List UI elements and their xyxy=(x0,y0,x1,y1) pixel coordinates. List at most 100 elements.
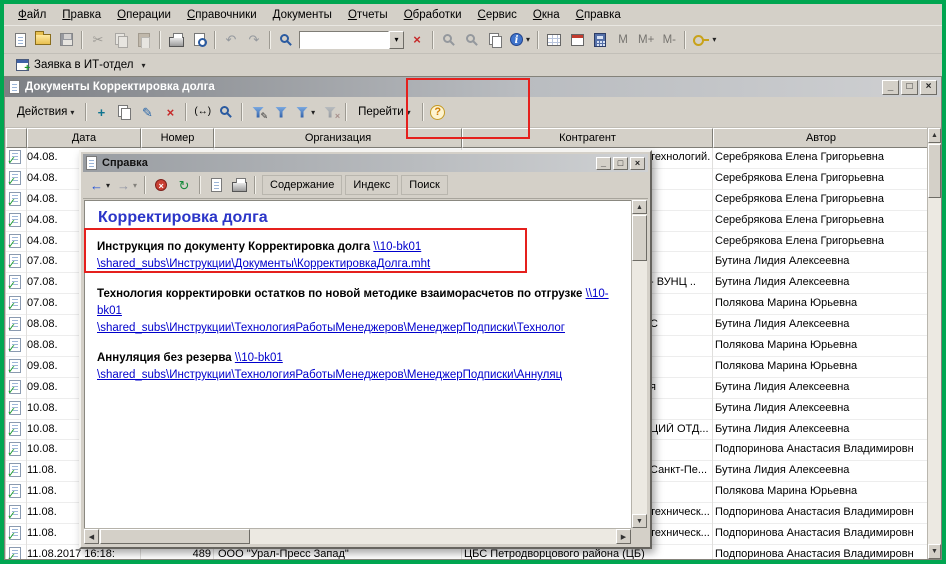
menu-item[interactable]: Отчеты xyxy=(340,6,396,24)
help-horizontal-scrollbar[interactable]: ◀ ▶ xyxy=(84,528,631,544)
print-preview-button[interactable] xyxy=(188,29,210,51)
menu-item[interactable]: Файл xyxy=(10,6,54,24)
maximize-button[interactable]: □ xyxy=(613,156,628,170)
search-in-list-icon xyxy=(220,106,230,115)
menu-item[interactable]: Справочники xyxy=(179,6,265,24)
row-organization: ООО "Урал-Пресс Запад" xyxy=(218,547,349,559)
add-button[interactable]: + xyxy=(90,101,112,123)
help-entry-path-link[interactable]: \shared_subs\Инструкции\ТехнологияРаботы… xyxy=(97,320,631,337)
memory-label: М xyxy=(618,33,628,46)
copy-item-button[interactable] xyxy=(113,101,135,123)
help-entry-server-link[interactable]: \\10-bk01 xyxy=(235,352,283,364)
redo-button: ↷ xyxy=(243,29,265,51)
open-folder-button[interactable] xyxy=(32,29,54,51)
toolbar-separator xyxy=(214,30,216,49)
memory-minus-label: М- xyxy=(662,33,677,46)
search-in-list-button[interactable] xyxy=(215,101,237,123)
column-header-contragent[interactable]: Контрагент xyxy=(462,128,713,148)
search-input[interactable] xyxy=(299,30,389,49)
table-header: Дата Номер Организация Контрагент Автор xyxy=(6,128,929,148)
minimize-button[interactable]: _ xyxy=(596,156,611,170)
column-header-number[interactable]: Номер xyxy=(141,128,214,148)
help-entry-server-link[interactable]: \\10-bk01 xyxy=(373,241,421,253)
copy-item-icon xyxy=(117,105,131,120)
actions-label: Действия xyxy=(17,106,68,118)
menu-item[interactable]: Операции xyxy=(109,6,179,24)
column-header-date[interactable]: Дата xyxy=(27,128,141,148)
home-button[interactable] xyxy=(205,174,227,196)
scroll-up-icon[interactable]: ▲ xyxy=(632,200,647,214)
menu-item[interactable]: Обработки xyxy=(396,6,470,24)
menu-item[interactable]: Окна xyxy=(525,6,568,24)
scroll-down-icon[interactable]: ▼ xyxy=(928,544,941,559)
scroll-right-icon[interactable]: ▶ xyxy=(616,529,631,544)
copy-value-button[interactable] xyxy=(484,29,506,51)
row-author: Серебрякова Елена Григорьевна xyxy=(715,192,884,205)
row-contragent-fragment: техническ... xyxy=(650,527,710,540)
document-posted-icon xyxy=(7,296,21,313)
search-dropdown-button[interactable]: ▾ xyxy=(389,30,404,49)
column-header-author[interactable]: Автор xyxy=(713,128,929,148)
calendar-button[interactable] xyxy=(566,29,588,51)
document-posted-icon xyxy=(7,421,21,439)
scroll-down-icon[interactable]: ▼ xyxy=(632,514,647,528)
chevron-down-icon: ▾ xyxy=(712,35,717,44)
it-request-button[interactable]: Заявка в ИТ-отдел ▾ xyxy=(9,54,152,76)
minimize-button[interactable]: _ xyxy=(882,79,899,95)
actions-button[interactable]: Действия ▾ xyxy=(9,101,82,123)
cut-icon: ✂ xyxy=(92,32,104,47)
column-header-icon[interactable] xyxy=(6,128,27,148)
filter-edit-button[interactable]: ✎ xyxy=(247,101,269,123)
help-entry-path-link[interactable]: \shared_subs\Инструкции\ТехнологияРаботы… xyxy=(97,367,631,384)
delete-button[interactable]: × xyxy=(159,101,181,123)
new-document-button[interactable] xyxy=(9,29,31,51)
scroll-left-icon[interactable]: ◀ xyxy=(84,529,99,544)
close-button[interactable]: × xyxy=(630,156,645,170)
menu-item[interactable]: Сервис xyxy=(470,6,525,24)
filter-button[interactable] xyxy=(270,101,292,123)
help-entry-path-link[interactable]: \shared_subs\Инструкции\Документы\Коррек… xyxy=(97,256,631,273)
goto-button[interactable]: Перейти ▾ xyxy=(350,101,419,123)
help-button[interactable]: ? xyxy=(427,101,449,123)
print-help-button[interactable] xyxy=(228,174,250,196)
refresh-button[interactable]: ↻ xyxy=(173,174,195,196)
scrollbar-thumb[interactable] xyxy=(632,215,647,261)
list-toolbar-icons: + ✎ × (↔) ✎ ▾ × xyxy=(90,101,350,123)
menu-bar: Файл Правка Операции Справочники Документы От… xyxy=(4,4,942,26)
toolbar-separator xyxy=(85,103,88,121)
find-button[interactable] xyxy=(275,29,297,51)
clear-search-button[interactable]: × xyxy=(406,29,428,51)
menu-item[interactable]: Документы xyxy=(265,6,340,24)
menu-item[interactable]: Справка xyxy=(568,6,629,24)
stop-button[interactable] xyxy=(150,174,172,196)
filter-dropdown-button[interactable]: ▾ xyxy=(293,101,318,123)
scrollbar-corner xyxy=(631,528,647,544)
info-button[interactable]: ▾ xyxy=(507,29,533,51)
table-vertical-scrollbar[interactable]: ▲ ▼ xyxy=(927,128,941,559)
row-contragent-fragment: Санкт-Пе... xyxy=(650,464,708,477)
back-button[interactable]: ← ▾ xyxy=(87,174,113,196)
help-vertical-scrollbar[interactable]: ▲ ▼ xyxy=(631,200,647,528)
set-interval-button[interactable]: (↔) xyxy=(191,101,214,123)
menu-item[interactable]: Правка xyxy=(54,6,109,24)
column-header-organization[interactable]: Организация xyxy=(214,128,462,148)
service-parameters-button[interactable]: ▾ xyxy=(690,29,719,51)
show-table-button[interactable] xyxy=(543,29,565,51)
scrollbar-thumb[interactable] xyxy=(928,144,941,198)
toolbar-separator xyxy=(421,103,424,121)
search-button[interactable]: Поиск xyxy=(401,175,448,195)
index-button[interactable]: Индекс xyxy=(345,175,399,195)
contents-button[interactable]: Содержание xyxy=(262,175,343,195)
scrollbar-thumb[interactable] xyxy=(100,529,250,544)
row-author: Бутина Лидия Алексеевна xyxy=(715,401,850,414)
toolbar-separator xyxy=(241,103,244,121)
calculator-button[interactable] xyxy=(589,29,611,51)
help-heading: Корректировка долга xyxy=(98,209,268,226)
memory-button: М xyxy=(612,29,634,51)
edit-button[interactable]: ✎ xyxy=(136,101,158,123)
toolbar-separator xyxy=(81,30,83,49)
restore-button[interactable]: □ xyxy=(901,79,918,95)
scroll-up-icon[interactable]: ▲ xyxy=(928,128,941,143)
close-button[interactable]: × xyxy=(920,79,937,95)
print-button[interactable] xyxy=(165,29,187,51)
